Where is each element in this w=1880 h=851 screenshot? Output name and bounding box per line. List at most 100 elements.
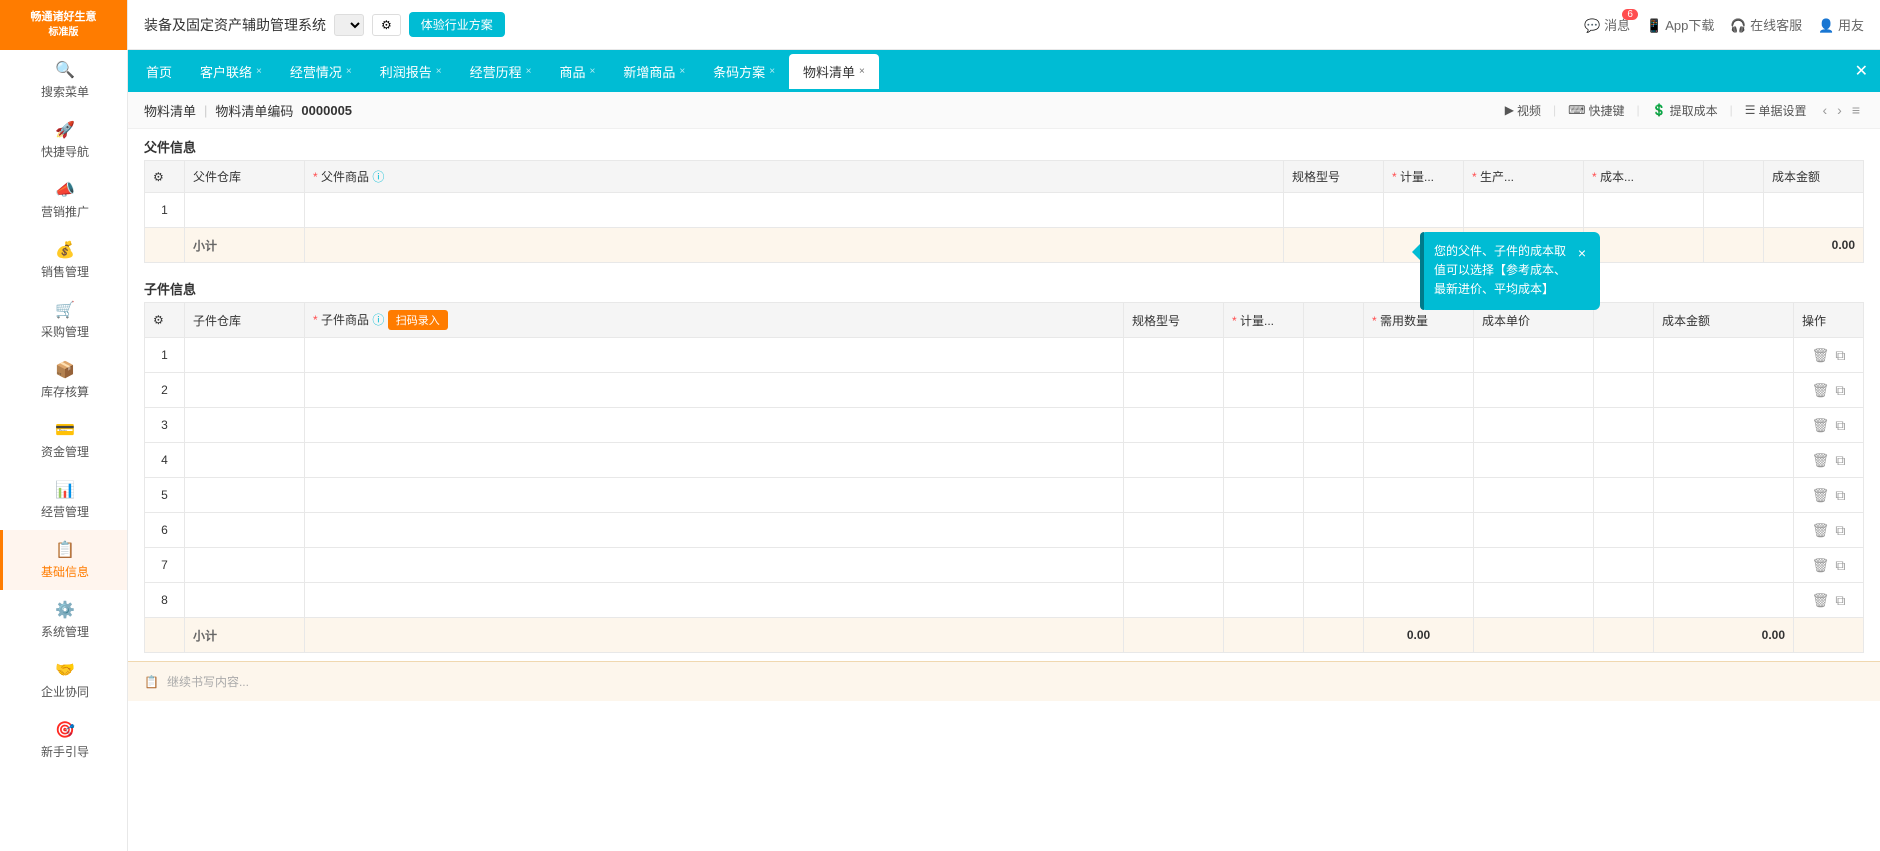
- tab-product-close[interactable]: ×: [589, 66, 595, 77]
- delete-icon-3[interactable]: 🗑: [1812, 417, 1830, 434]
- child-spec-3[interactable]: [1124, 408, 1224, 443]
- copy-icon-1[interactable]: ⧉: [1835, 347, 1845, 364]
- sidebar-item-operations[interactable]: 📊 经营管理: [0, 470, 127, 530]
- next-btn[interactable]: ›: [1833, 100, 1846, 120]
- parent-spec-cell[interactable]: [1284, 193, 1384, 228]
- child-warehouse-3[interactable]: [185, 408, 305, 443]
- child-product-7[interactable]: [305, 548, 1124, 583]
- prev-btn[interactable]: ‹: [1818, 100, 1831, 120]
- child-warehouse-8[interactable]: [185, 583, 305, 618]
- trial-btn[interactable]: 体验行业方案: [409, 12, 505, 37]
- child-unit-7[interactable]: [1224, 548, 1304, 583]
- child-spec-4[interactable]: [1124, 443, 1224, 478]
- child-spec-2[interactable]: [1124, 373, 1224, 408]
- child-unit-cost-4[interactable]: [1474, 443, 1594, 478]
- app-download[interactable]: 📱 App下载: [1646, 15, 1714, 34]
- child-unit-4[interactable]: [1224, 443, 1304, 478]
- tooltip-close-btn[interactable]: ×: [1578, 242, 1586, 264]
- tab-operations[interactable]: 经营情况 ×: [276, 54, 366, 89]
- child-unit-cost-1[interactable]: [1474, 338, 1594, 373]
- delete-icon-2[interactable]: 🗑: [1812, 382, 1830, 399]
- child-qty-2[interactable]: [1364, 373, 1474, 408]
- message-badge[interactable]: 💬 消息 6: [1584, 15, 1630, 34]
- sidebar-item-finance[interactable]: 💳 资金管理: [0, 410, 127, 470]
- sidebar-item-quicknav[interactable]: 🚀 快捷导航: [0, 110, 127, 170]
- cost-btn[interactable]: 💲 提取成本: [1652, 102, 1718, 119]
- parent-production-cell[interactable]: [1464, 193, 1584, 228]
- child-unit-cost-2[interactable]: [1474, 373, 1594, 408]
- child-qty-7[interactable]: [1364, 548, 1474, 583]
- tab-customer-close[interactable]: ×: [256, 66, 262, 77]
- tab-bom-close[interactable]: ×: [859, 66, 865, 77]
- tab-new-product[interactable]: 新增商品 ×: [609, 54, 699, 89]
- copy-icon-4[interactable]: ⧉: [1835, 452, 1845, 469]
- child-product-8[interactable]: [305, 583, 1124, 618]
- copy-icon-2[interactable]: ⧉: [1835, 382, 1845, 399]
- tab-barcode[interactable]: 条码方案 ×: [699, 54, 789, 89]
- sidebar-item-guide[interactable]: 🎯 新手引导: [0, 710, 127, 770]
- child-qty-5[interactable]: [1364, 478, 1474, 513]
- sidebar-item-purchase[interactable]: 🛒 采购管理: [0, 290, 127, 350]
- sidebar-item-sales[interactable]: 💰 销售管理: [0, 230, 127, 290]
- sidebar-item-marketing[interactable]: 📣 营销推广: [0, 170, 127, 230]
- copy-icon-8[interactable]: ⧉: [1835, 592, 1845, 609]
- child-spec-5[interactable]: [1124, 478, 1224, 513]
- child-warehouse-1[interactable]: [185, 338, 305, 373]
- child-unit-6[interactable]: [1224, 513, 1304, 548]
- sidebar-item-inventory[interactable]: 📦 库存核算: [0, 350, 127, 410]
- parent-cost-cell[interactable]: [1584, 193, 1704, 228]
- child-warehouse-4[interactable]: [185, 443, 305, 478]
- child-warehouse-7[interactable]: [185, 548, 305, 583]
- child-unit-2[interactable]: [1224, 373, 1304, 408]
- child-spec-6[interactable]: [1124, 513, 1224, 548]
- child-spec-7[interactable]: [1124, 548, 1224, 583]
- child-unit-5[interactable]: [1224, 478, 1304, 513]
- tab-operations-close[interactable]: ×: [346, 66, 352, 77]
- copy-icon-3[interactable]: ⧉: [1835, 417, 1845, 434]
- delete-icon-5[interactable]: 🗑: [1812, 487, 1830, 504]
- sidebar-item-enterprise[interactable]: 🤝 企业协同: [0, 650, 127, 710]
- child-warehouse-5[interactable]: [185, 478, 305, 513]
- sidebar-item-search[interactable]: 🔍 搜索菜单: [0, 50, 127, 110]
- delete-icon-4[interactable]: 🗑: [1812, 452, 1830, 469]
- child-qty-8[interactable]: [1364, 583, 1474, 618]
- settings-btn[interactable]: ☰ 单据设置: [1745, 102, 1807, 119]
- sidebar-item-system[interactable]: ⚙️ 系统管理: [0, 590, 127, 650]
- child-product-5[interactable]: [305, 478, 1124, 513]
- user-menu[interactable]: 👤 用友: [1818, 15, 1864, 34]
- child-spec-1[interactable]: [1124, 338, 1224, 373]
- gear-settings-btn[interactable]: ⚙: [372, 14, 401, 36]
- parent-unit-cell[interactable]: [1384, 193, 1464, 228]
- tab-history-close[interactable]: ×: [526, 66, 532, 77]
- online-service[interactable]: 🎧 在线客服: [1730, 15, 1802, 34]
- video-btn[interactable]: ▶ 视频: [1505, 102, 1541, 119]
- child-warehouse-2[interactable]: [185, 373, 305, 408]
- copy-icon-6[interactable]: ⧉: [1835, 522, 1845, 539]
- tab-history[interactable]: 经营历程 ×: [456, 54, 546, 89]
- child-qty-1[interactable]: [1364, 338, 1474, 373]
- delete-icon-8[interactable]: 🗑: [1812, 592, 1830, 609]
- child-qty-6[interactable]: [1364, 513, 1474, 548]
- close-all-tabs[interactable]: ✕: [1847, 57, 1876, 85]
- child-unit-cost-3[interactable]: [1474, 408, 1594, 443]
- child-unit-cost-6[interactable]: [1474, 513, 1594, 548]
- child-product-4[interactable]: [305, 443, 1124, 478]
- tab-home[interactable]: 首页: [132, 54, 186, 89]
- child-unit-3[interactable]: [1224, 408, 1304, 443]
- child-unit-cost-5[interactable]: [1474, 478, 1594, 513]
- child-product-1[interactable]: [305, 338, 1124, 373]
- tab-profit[interactable]: 利润报告 ×: [366, 54, 456, 89]
- tab-profit-close[interactable]: ×: [436, 66, 442, 77]
- sidebar-item-basic[interactable]: 📋 基础信息: [0, 530, 127, 590]
- child-unit-8[interactable]: [1224, 583, 1304, 618]
- child-spec-8[interactable]: [1124, 583, 1224, 618]
- child-product-6[interactable]: [305, 513, 1124, 548]
- shortcut-btn[interactable]: ⌨ 快捷键: [1568, 102, 1624, 119]
- list-view-btn[interactable]: ≡: [1848, 100, 1864, 120]
- child-unit-cost-7[interactable]: [1474, 548, 1594, 583]
- tab-product[interactable]: 商品 ×: [545, 54, 609, 89]
- delete-icon-7[interactable]: 🗑: [1812, 557, 1830, 574]
- delete-icon-6[interactable]: 🗑: [1812, 522, 1830, 539]
- tab-barcode-close[interactable]: ×: [769, 66, 775, 77]
- tab-customer[interactable]: 客户联络 ×: [186, 54, 276, 89]
